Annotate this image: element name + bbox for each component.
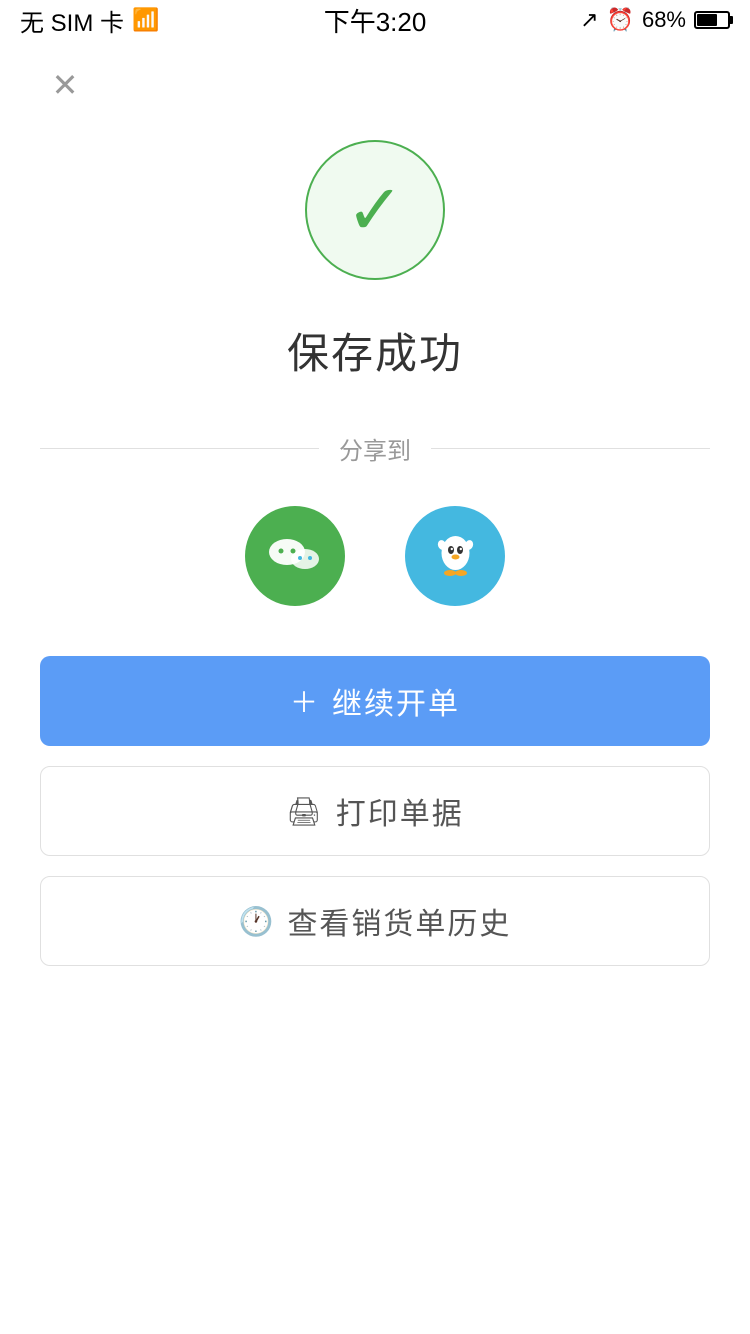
close-icon: ✕ (52, 69, 79, 101)
qq-icon (428, 529, 483, 584)
status-right: ↗ ⏰ 68% (580, 7, 730, 33)
history-button[interactable]: 🕐 查看销货单历史 (40, 876, 710, 966)
plus-icon: ＋ (290, 681, 320, 721)
action-buttons: ＋ 继续开单 🖨 打印单据 🕐 查看销货单历史 (40, 656, 710, 966)
continue-label: 继续开单 (332, 679, 460, 723)
share-divider: 分享到 (40, 431, 710, 466)
status-time: 下午3:20 (324, 2, 427, 39)
divider-right (431, 448, 710, 449)
share-section: 分享到 (40, 431, 710, 606)
printer-icon: 🖨 (286, 795, 324, 828)
divider-left (40, 448, 319, 449)
share-label: 分享到 (339, 431, 411, 466)
wechat-share-button[interactable] (245, 506, 345, 606)
success-circle: ✓ (305, 140, 445, 280)
wechat-icon (265, 526, 325, 586)
main-content: ✕ ✓ 保存成功 分享到 (0, 40, 750, 1026)
success-title: 保存成功 (287, 320, 463, 381)
location-icon: ↗ (580, 7, 598, 33)
status-bar: 无 SIM 卡 📶 下午3:20 ↗ ⏰ 68% (0, 0, 750, 40)
battery-icon (694, 11, 730, 29)
qq-share-button[interactable] (405, 506, 505, 606)
alarm-icon: ⏰ (607, 7, 634, 33)
carrier-text: 无 SIM 卡 (20, 3, 124, 38)
print-label: 打印单据 (336, 789, 464, 833)
clock-icon: 🕐 (239, 905, 276, 938)
share-icons (40, 506, 710, 606)
continue-button[interactable]: ＋ 继续开单 (40, 656, 710, 746)
history-label: 查看销货单历史 (287, 899, 511, 943)
print-button[interactable]: 🖨 打印单据 (40, 766, 710, 856)
close-button[interactable]: ✕ (40, 60, 90, 110)
battery-percent: 68% (642, 7, 686, 33)
checkmark-icon: ✓ (346, 175, 405, 245)
status-left: 无 SIM 卡 📶 (20, 3, 159, 38)
wifi-icon: 📶 (132, 7, 159, 33)
